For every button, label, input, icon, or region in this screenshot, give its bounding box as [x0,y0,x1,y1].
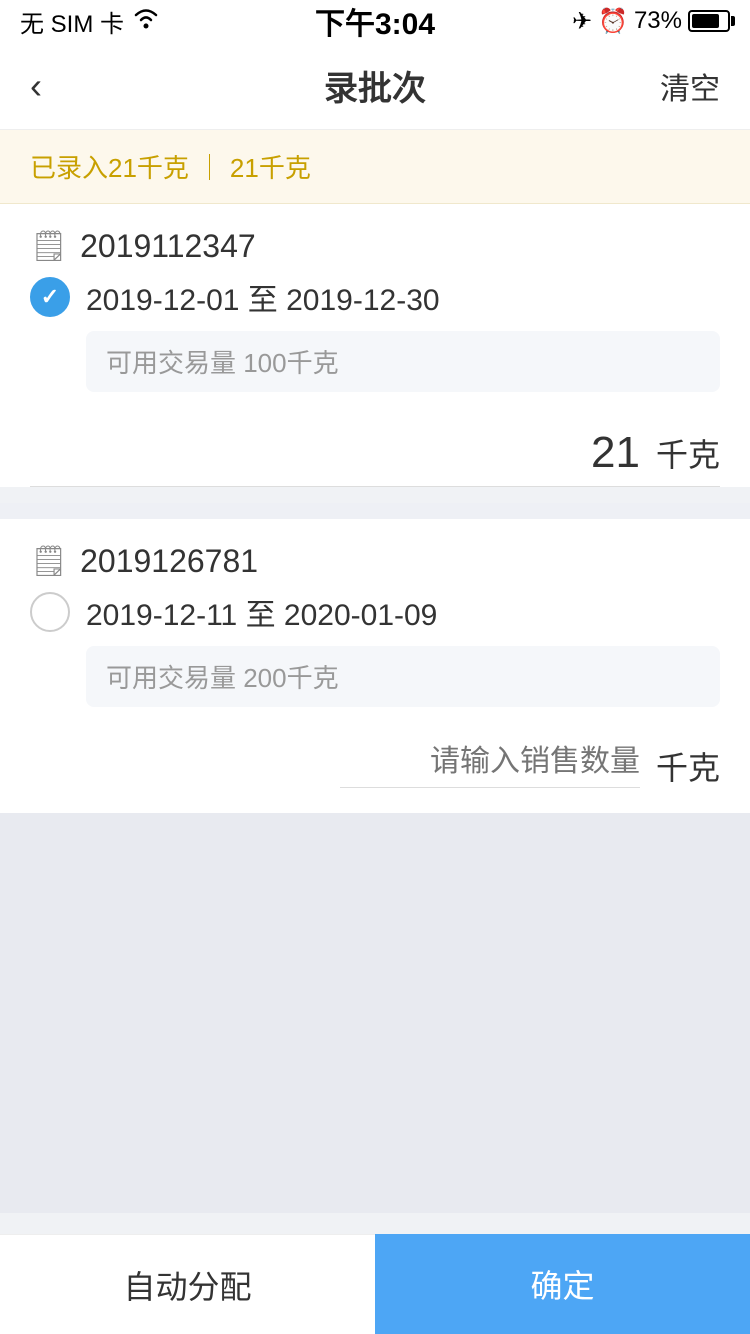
battery-percent: 73% [634,7,682,35]
section-divider-1 [0,503,750,519]
batch1-qty-row: 21 千克 [0,416,750,486]
gray-area [0,813,750,1213]
clear-button[interactable]: 清空 [660,64,720,108]
batch1-qty-unit: 千克 [656,430,720,476]
batch-card-2: 🗒 2019126781 2019-12-11 至 2020-01-09 可用交… [0,519,750,813]
batch2-qty-input[interactable] [340,745,640,788]
batch2-padding [0,797,750,813]
info-banner: 已录入21千克 21千克 [0,130,750,204]
status-left: 无 SIM 卡 [20,4,160,39]
batch1-id: 2019112347 [80,228,256,265]
bottom-bar: 自动分配 确定 [0,1234,750,1334]
doc-icon-2: 🗒 [30,544,68,579]
recorded-qty: 已录入21千克 [30,148,189,185]
sim-status: 无 SIM 卡 [20,4,124,39]
batch2-available: 可用交易量 200千克 [86,646,720,707]
nav-bar: ‹ 录批次 清空 [0,42,750,130]
page-title: 录批次 [324,61,426,110]
batch1-header: 🗒 2019112347 [30,228,720,265]
banner-divider [209,154,210,180]
batch1-row[interactable]: ✓ 2019-12-01 至 2019-12-30 [30,275,720,319]
check-icon-1: ✓ [41,284,59,310]
batch2-row[interactable]: 2019-12-11 至 2020-01-09 [30,590,720,634]
batch1-date: 2019-12-01 至 2019-12-30 [86,275,440,319]
batch2-header: 🗒 2019126781 [30,543,720,580]
back-button[interactable]: ‹ [30,65,90,107]
batch2-id: 2019126781 [80,543,258,580]
batch-card-1: 🗒 2019112347 ✓ 2019-12-01 至 2019-12-30 可… [0,204,750,487]
batch1-divider [30,486,720,487]
location-icon: ✈ [572,7,592,36]
auto-distribute-button[interactable]: 自动分配 [0,1234,375,1334]
status-bar: 无 SIM 卡 下午3:04 ✈ ⏰ 73% [0,0,750,42]
batch1-radio[interactable]: ✓ [30,277,70,317]
wifi-icon [132,7,160,36]
doc-icon-1: 🗒 [30,229,68,264]
alarm-icon: ⏰ [598,7,628,36]
batch2-qty-row[interactable]: 千克 [0,731,750,797]
status-time: 下午3:04 [315,0,435,43]
batch2-radio[interactable] [30,592,70,632]
batch2-qty-unit: 千克 [656,743,720,789]
batch1-available: 可用交易量 100千克 [86,331,720,392]
status-right: ✈ ⏰ 73% [572,7,730,36]
batch1-qty-value: 21 [591,428,640,478]
total-qty: 21千克 [230,148,311,185]
confirm-button[interactable]: 确定 [375,1234,750,1334]
battery-icon [688,10,730,32]
batch2-date: 2019-12-11 至 2020-01-09 [86,590,437,634]
